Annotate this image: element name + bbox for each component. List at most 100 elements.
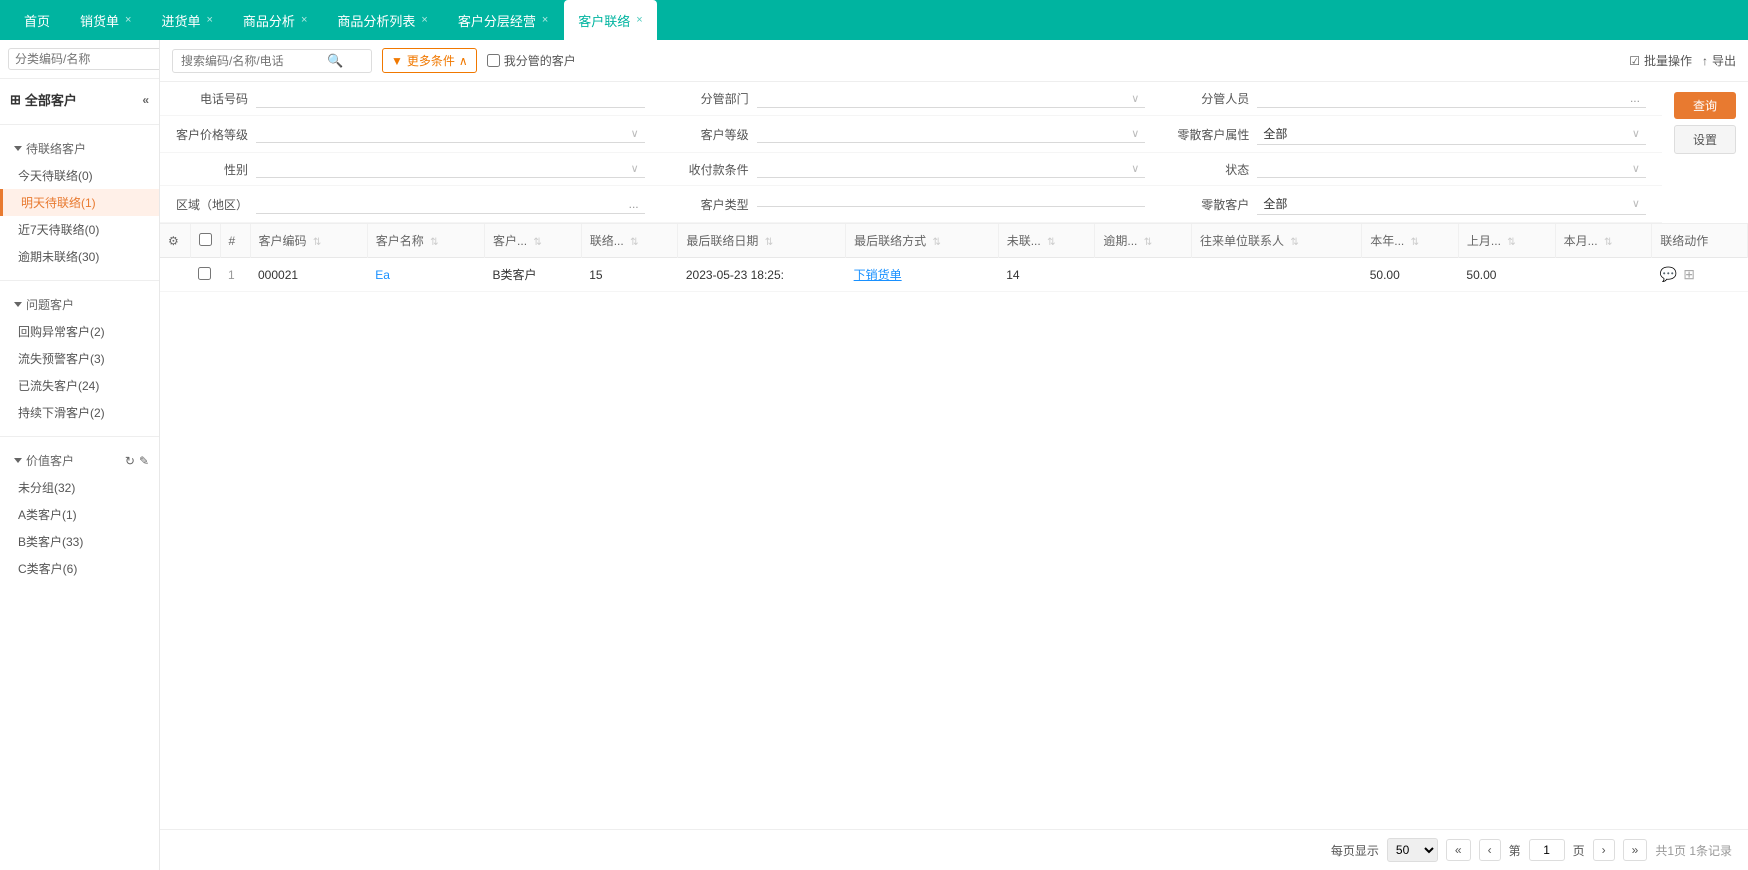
customer-level-chevron-icon: ∨	[1131, 127, 1139, 140]
nav-customer-contact-close[interactable]: ×	[636, 14, 642, 26]
row-name[interactable]: Ea	[367, 258, 484, 292]
page-input[interactable]	[1529, 839, 1565, 861]
region-select[interactable]: ...	[256, 195, 645, 214]
row-num: 1	[220, 258, 250, 292]
customer-level-select[interactable]: ∨	[757, 125, 1146, 143]
divider-2	[0, 280, 159, 281]
sidebar-all-customers[interactable]: ⊞ 全部客户 «	[0, 85, 159, 114]
sidebar-a-class[interactable]: A类客户(1)	[0, 501, 159, 528]
total-info: 共1页 1条记录	[1655, 842, 1732, 859]
payment-select[interactable]: ∨	[757, 160, 1146, 178]
sidebar-ungrouped[interactable]: 未分组(32)	[0, 474, 159, 501]
sidebar-search-input[interactable]	[8, 48, 160, 70]
th-code[interactable]: 客户编码 ⇅	[250, 224, 367, 258]
retail-attr-select[interactable]: 全部 ∨	[1257, 123, 1646, 145]
gender-label: 性别	[176, 161, 248, 178]
row-last-method[interactable]: 下销货单	[846, 258, 999, 292]
nav-home[interactable]: 首页	[10, 0, 64, 40]
first-page-btn[interactable]: «	[1446, 839, 1471, 861]
this-year-sort-icon: ⇅	[1411, 237, 1419, 248]
th-unit-contact[interactable]: 往来单位联系人 ⇅	[1192, 224, 1362, 258]
per-page-select[interactable]: 50 100 200	[1387, 838, 1438, 862]
nav-sales[interactable]: 销货单 ×	[66, 0, 145, 40]
dept-select[interactable]: ∨	[757, 90, 1146, 108]
region-ellipsis[interactable]: ...	[629, 197, 639, 211]
last-month-sort-icon: ⇅	[1507, 237, 1515, 248]
nav-product-analysis-close[interactable]: ×	[301, 14, 307, 26]
nav-product-list[interactable]: 商品分析列表 ×	[323, 0, 441, 40]
prev-page-btn[interactable]: ‹	[1479, 839, 1501, 861]
nav-customer-tier[interactable]: 客户分层经营 ×	[444, 0, 562, 40]
th-type[interactable]: 客户... ⇅	[485, 224, 582, 258]
th-this-year[interactable]: 本年... ⇅	[1362, 224, 1459, 258]
th-last-method[interactable]: 最后联络方式 ⇅	[846, 224, 999, 258]
sidebar-tomorrow-contact[interactable]: 明天待联络(1)	[0, 189, 159, 216]
price-level-select[interactable]: ∨	[256, 125, 645, 143]
my-customers-checkbox[interactable]	[487, 54, 500, 67]
nav-purchase[interactable]: 进货单 ×	[147, 0, 226, 40]
customer-type-label: 客户类型	[677, 196, 749, 213]
row-last-month: 50.00	[1458, 258, 1555, 292]
person-label: 分管人员	[1177, 90, 1249, 107]
batch-op-btn[interactable]: ☑ 批量操作	[1629, 52, 1692, 69]
export-btn[interactable]: ↑ 导出	[1702, 52, 1736, 69]
settings-icon[interactable]: ⚙	[168, 234, 179, 248]
problem-section-title[interactable]: 问题客户	[0, 291, 159, 318]
next-page-btn[interactable]: ›	[1593, 839, 1615, 861]
status-select[interactable]: ∨	[1257, 160, 1646, 178]
adv-row-4: 区域（地区） ... 客户类型	[160, 186, 1662, 223]
nav-customer-tier-close[interactable]: ×	[542, 14, 548, 26]
th-last-month[interactable]: 上月... ⇅	[1458, 224, 1555, 258]
th-uncontacted[interactable]: 未联... ⇅	[998, 224, 1095, 258]
th-name[interactable]: 客户名称 ⇅	[367, 224, 484, 258]
phone-input[interactable]	[256, 89, 645, 108]
row-select-checkbox[interactable]	[198, 267, 211, 280]
select-all-checkbox[interactable]	[199, 233, 212, 246]
nav-product-analysis[interactable]: 商品分析 ×	[229, 0, 321, 40]
sidebar-b-class[interactable]: B类客户(33)	[0, 528, 159, 555]
th-this-month[interactable]: 本月... ⇅	[1555, 224, 1652, 258]
nav-product-list-close[interactable]: ×	[421, 14, 427, 26]
query-btn[interactable]: 查询	[1674, 92, 1736, 119]
person-select[interactable]: ...	[1257, 89, 1646, 108]
status-chevron-icon: ∨	[1632, 162, 1640, 175]
person-ellipsis[interactable]: ...	[1630, 91, 1640, 105]
sidebar-repurchase-anomaly[interactable]: 回购异常客户(2)	[0, 318, 159, 345]
more-action-icon[interactable]: ⊞	[1683, 266, 1695, 283]
row-checkbox[interactable]	[190, 258, 220, 292]
filter-more-btn[interactable]: ▼ 更多条件 ∧	[382, 48, 477, 73]
status-label: 状态	[1177, 161, 1249, 178]
th-checkbox[interactable]	[190, 224, 220, 258]
value-section-title[interactable]: 价值客户 ↻ ✎	[0, 447, 159, 474]
reset-btn[interactable]: 设置	[1674, 125, 1736, 154]
sidebar-7days-contact[interactable]: 近7天待联络(0)	[0, 216, 159, 243]
value-refresh-icon[interactable]: ↻	[125, 454, 135, 468]
page-suffix: 页	[1573, 842, 1585, 859]
filter-search-input[interactable]	[181, 54, 321, 68]
sidebar-today-contact[interactable]: 今天待联络(0)	[0, 162, 159, 189]
retail-customer-select[interactable]: 全部 ∨	[1257, 193, 1646, 215]
contact-sort-icon: ⇅	[630, 237, 638, 248]
contact-action-icon[interactable]: 💬	[1660, 266, 1677, 283]
value-edit-icon[interactable]: ✎	[139, 454, 149, 468]
nav-customer-contact[interactable]: 客户联络 ×	[564, 0, 656, 40]
th-overdue[interactable]: 逾期... ⇅	[1095, 224, 1192, 258]
sidebar-churn-warning[interactable]: 流失预警客户(3)	[0, 345, 159, 372]
sidebar-declining[interactable]: 持续下滑客户(2)	[0, 399, 159, 426]
customer-type-select[interactable]	[757, 202, 1146, 207]
sidebar-overdue-contact[interactable]: 逾期未联络(30)	[0, 243, 159, 270]
pending-section-title[interactable]: 待联络客户	[0, 135, 159, 162]
my-customers-checkbox-label[interactable]: 我分管的客户	[487, 52, 576, 69]
th-settings[interactable]: ⚙	[160, 224, 190, 258]
sidebar-collapse-icon[interactable]: «	[142, 93, 149, 107]
grid-icon: ⊞	[10, 92, 21, 108]
last-page-btn[interactable]: »	[1623, 839, 1648, 861]
th-contact[interactable]: 联络... ⇅	[581, 224, 678, 258]
filter-search-icon[interactable]: 🔍	[327, 53, 343, 69]
sidebar-churned[interactable]: 已流失客户(24)	[0, 372, 159, 399]
th-last-date[interactable]: 最后联络日期 ⇅	[678, 224, 846, 258]
gender-select[interactable]: ∨	[256, 160, 645, 178]
nav-purchase-close[interactable]: ×	[206, 14, 212, 26]
nav-sales-close[interactable]: ×	[125, 14, 131, 26]
sidebar-c-class[interactable]: C类客户(6)	[0, 555, 159, 582]
